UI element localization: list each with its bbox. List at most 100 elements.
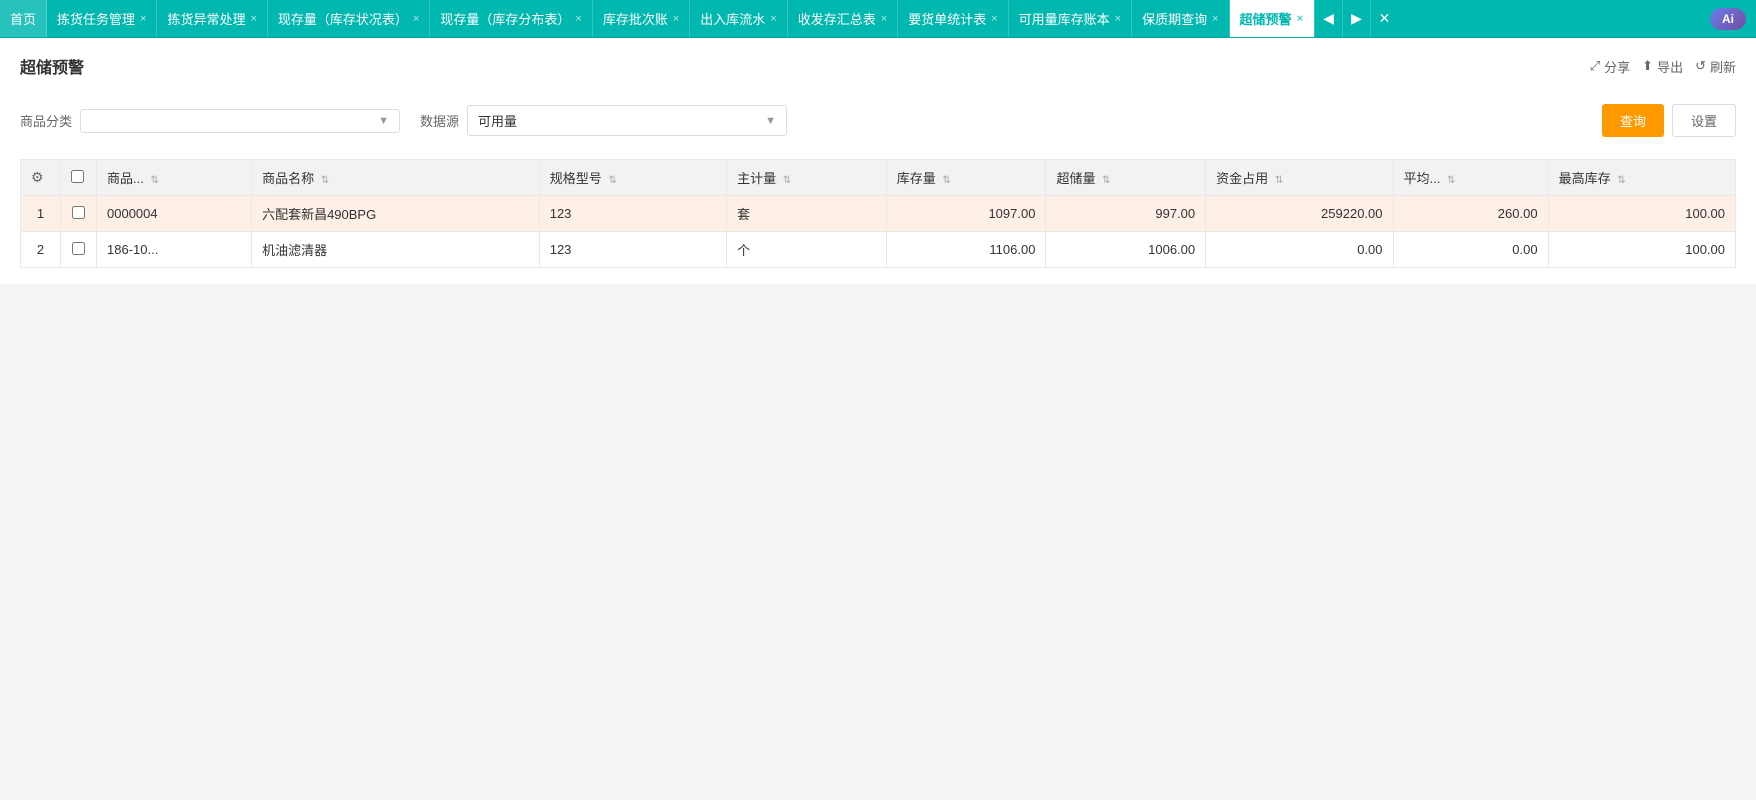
nav-pick-exception[interactable]: 拣货异常处理 × xyxy=(157,0,267,37)
nav-order-stats[interactable]: 要货单统计表 × xyxy=(898,0,1008,37)
th-product-code[interactable]: 商品... ⇅ xyxy=(97,160,252,196)
close-icon[interactable]: × xyxy=(1297,13,1303,25)
cell-product-name: 机油滤清器 xyxy=(252,232,540,268)
th-stock[interactable]: 库存量 ⇅ xyxy=(886,160,1046,196)
share-icon: ⤢ xyxy=(1590,58,1600,74)
row-checkbox[interactable] xyxy=(72,206,85,219)
th-checkbox[interactable] xyxy=(61,160,97,196)
th-unit[interactable]: 主计量 ⇅ xyxy=(727,160,887,196)
close-icon[interactable]: × xyxy=(673,13,679,25)
chevron-down-icon: ▼ xyxy=(765,115,776,127)
ai-button[interactable]: Ai xyxy=(1710,8,1746,30)
close-icon[interactable]: × xyxy=(1212,13,1218,25)
sort-icon: ⇅ xyxy=(608,175,616,186)
category-label: 商品分类 xyxy=(20,111,72,130)
export-icon: ⬆ xyxy=(1642,58,1653,74)
cell-product-name: 六配套新昌490BPG xyxy=(252,196,540,232)
sort-icon: ⇅ xyxy=(942,175,950,186)
nav-overstock-warning[interactable]: 超储预警 × xyxy=(1230,0,1314,37)
th-capital[interactable]: 资金占用 ⇅ xyxy=(1206,160,1393,196)
th-settings[interactable]: ⚙ xyxy=(21,160,61,196)
th-over-stock[interactable]: 超储量 ⇅ xyxy=(1046,160,1206,196)
page-header: 超储预警 ⤢ 分享 ⬆ 导出 ↺ 刷新 xyxy=(20,54,1736,78)
refresh-button[interactable]: ↺ 刷新 xyxy=(1695,57,1736,76)
th-spec-label: 规格型号 xyxy=(550,171,602,186)
close-icon[interactable]: × xyxy=(140,13,146,25)
filter-buttons: 查询 设置 xyxy=(1602,104,1736,137)
cell-max-stock: 100.00 xyxy=(1548,232,1735,268)
th-avg-label: 平均... xyxy=(1404,171,1441,186)
row-checkbox-cell[interactable] xyxy=(61,232,97,268)
cell-avg: 0.00 xyxy=(1393,232,1548,268)
category-select[interactable]: ▼ xyxy=(80,109,400,133)
nav-close-arrow[interactable]: ✕ xyxy=(1370,0,1398,37)
nav-pick-task[interactable]: 拣货任务管理 × xyxy=(47,0,157,37)
row-checkbox[interactable] xyxy=(72,242,85,255)
chevron-down-icon: ▼ xyxy=(378,115,389,127)
cell-stock: 1106.00 xyxy=(886,232,1046,268)
table-row: 1 0000004 六配套新昌490BPG 123 套 1097.00 997.… xyxy=(21,196,1736,232)
datasource-label: 数据源 xyxy=(420,111,459,130)
th-unit-label: 主计量 xyxy=(737,171,776,186)
cell-unit: 套 xyxy=(727,196,887,232)
header-actions: ⤢ 分享 ⬆ 导出 ↺ 刷新 xyxy=(1590,57,1736,76)
nav-available-account[interactable]: 可用量库存账本 × xyxy=(1009,0,1132,37)
cell-capital: 0.00 xyxy=(1206,232,1393,268)
sort-icon: ⇅ xyxy=(150,175,158,186)
cell-avg: 260.00 xyxy=(1393,196,1548,232)
cell-capital: 259220.00 xyxy=(1206,196,1393,232)
row-num: 1 xyxy=(21,196,61,232)
cell-stock: 1097.00 xyxy=(886,196,1046,232)
th-over-stock-label: 超储量 xyxy=(1056,171,1095,186)
nav-stock-status[interactable]: 现存量（库存状况表） × xyxy=(268,0,430,37)
datasource-filter: 数据源 可用量 ▼ xyxy=(420,105,787,136)
th-product-code-label: 商品... xyxy=(107,171,144,186)
nav-prev-arrow[interactable]: ◀ xyxy=(1314,0,1342,37)
table-row: 2 186-10... 机油滤清器 123 个 1106.00 1006.00 … xyxy=(21,232,1736,268)
nav-inout-flow[interactable]: 出入库流水 × xyxy=(690,0,787,37)
nav-batch-account[interactable]: 库存批次账 × xyxy=(593,0,690,37)
table-header-row: ⚙ 商品... ⇅ 商品名称 ⇅ 规格型号 ⇅ 主计量 xyxy=(21,160,1736,196)
sort-icon: ⇅ xyxy=(1447,175,1455,186)
nav-shelf-life[interactable]: 保质期查询 × xyxy=(1132,0,1229,37)
close-icon[interactable]: × xyxy=(991,13,997,25)
th-max-stock[interactable]: 最高库存 ⇅ xyxy=(1548,160,1735,196)
th-product-name[interactable]: 商品名称 ⇅ xyxy=(252,160,540,196)
main-content: 超储预警 ⤢ 分享 ⬆ 导出 ↺ 刷新 商品分类 ▼ 数据源 xyxy=(0,38,1756,284)
cell-spec: 123 xyxy=(539,196,726,232)
nav-stock-dist[interactable]: 现存量（库存分布表） × xyxy=(430,0,592,37)
query-button[interactable]: 查询 xyxy=(1602,104,1664,137)
share-button[interactable]: ⤢ 分享 xyxy=(1590,57,1630,76)
row-num: 2 xyxy=(21,232,61,268)
cell-unit: 个 xyxy=(727,232,887,268)
row-checkbox-cell[interactable] xyxy=(61,196,97,232)
close-icon[interactable]: × xyxy=(1115,13,1121,25)
select-all-checkbox[interactable] xyxy=(71,170,84,183)
close-icon[interactable]: × xyxy=(881,13,887,25)
th-capital-label: 资金占用 xyxy=(1216,171,1268,186)
close-icon[interactable]: × xyxy=(413,13,419,25)
top-navigation: 首页 拣货任务管理 × 拣货异常处理 × 现存量（库存状况表） × 现存量（库存… xyxy=(0,0,1756,38)
sort-icon: ⇅ xyxy=(1617,175,1625,186)
filter-bar: 商品分类 ▼ 数据源 可用量 ▼ 查询 设置 xyxy=(20,94,1736,147)
th-avg[interactable]: 平均... ⇅ xyxy=(1393,160,1548,196)
cell-product-code: 0000004 xyxy=(97,196,252,232)
th-spec[interactable]: 规格型号 ⇅ xyxy=(539,160,726,196)
cell-over-stock: 1006.00 xyxy=(1046,232,1206,268)
cell-spec: 123 xyxy=(539,232,726,268)
nav-collect-summary[interactable]: 收发存汇总表 × xyxy=(788,0,898,37)
settings-button[interactable]: 设置 xyxy=(1672,104,1736,137)
sort-icon: ⇅ xyxy=(783,175,791,186)
data-table: ⚙ 商品... ⇅ 商品名称 ⇅ 规格型号 ⇅ 主计量 xyxy=(20,159,1736,268)
close-icon[interactable]: × xyxy=(250,13,256,25)
close-icon[interactable]: × xyxy=(575,13,581,25)
export-button[interactable]: ⬆ 导出 xyxy=(1642,57,1683,76)
th-product-name-label: 商品名称 xyxy=(262,171,314,186)
nav-home[interactable]: 首页 xyxy=(0,0,47,37)
close-icon[interactable]: × xyxy=(770,13,776,25)
gear-icon[interactable]: ⚙ xyxy=(31,169,44,185)
cell-max-stock: 100.00 xyxy=(1548,196,1735,232)
sort-icon: ⇅ xyxy=(1102,175,1110,186)
nav-next-arrow[interactable]: ▶ xyxy=(1342,0,1370,37)
datasource-select[interactable]: 可用量 ▼ xyxy=(467,105,787,136)
